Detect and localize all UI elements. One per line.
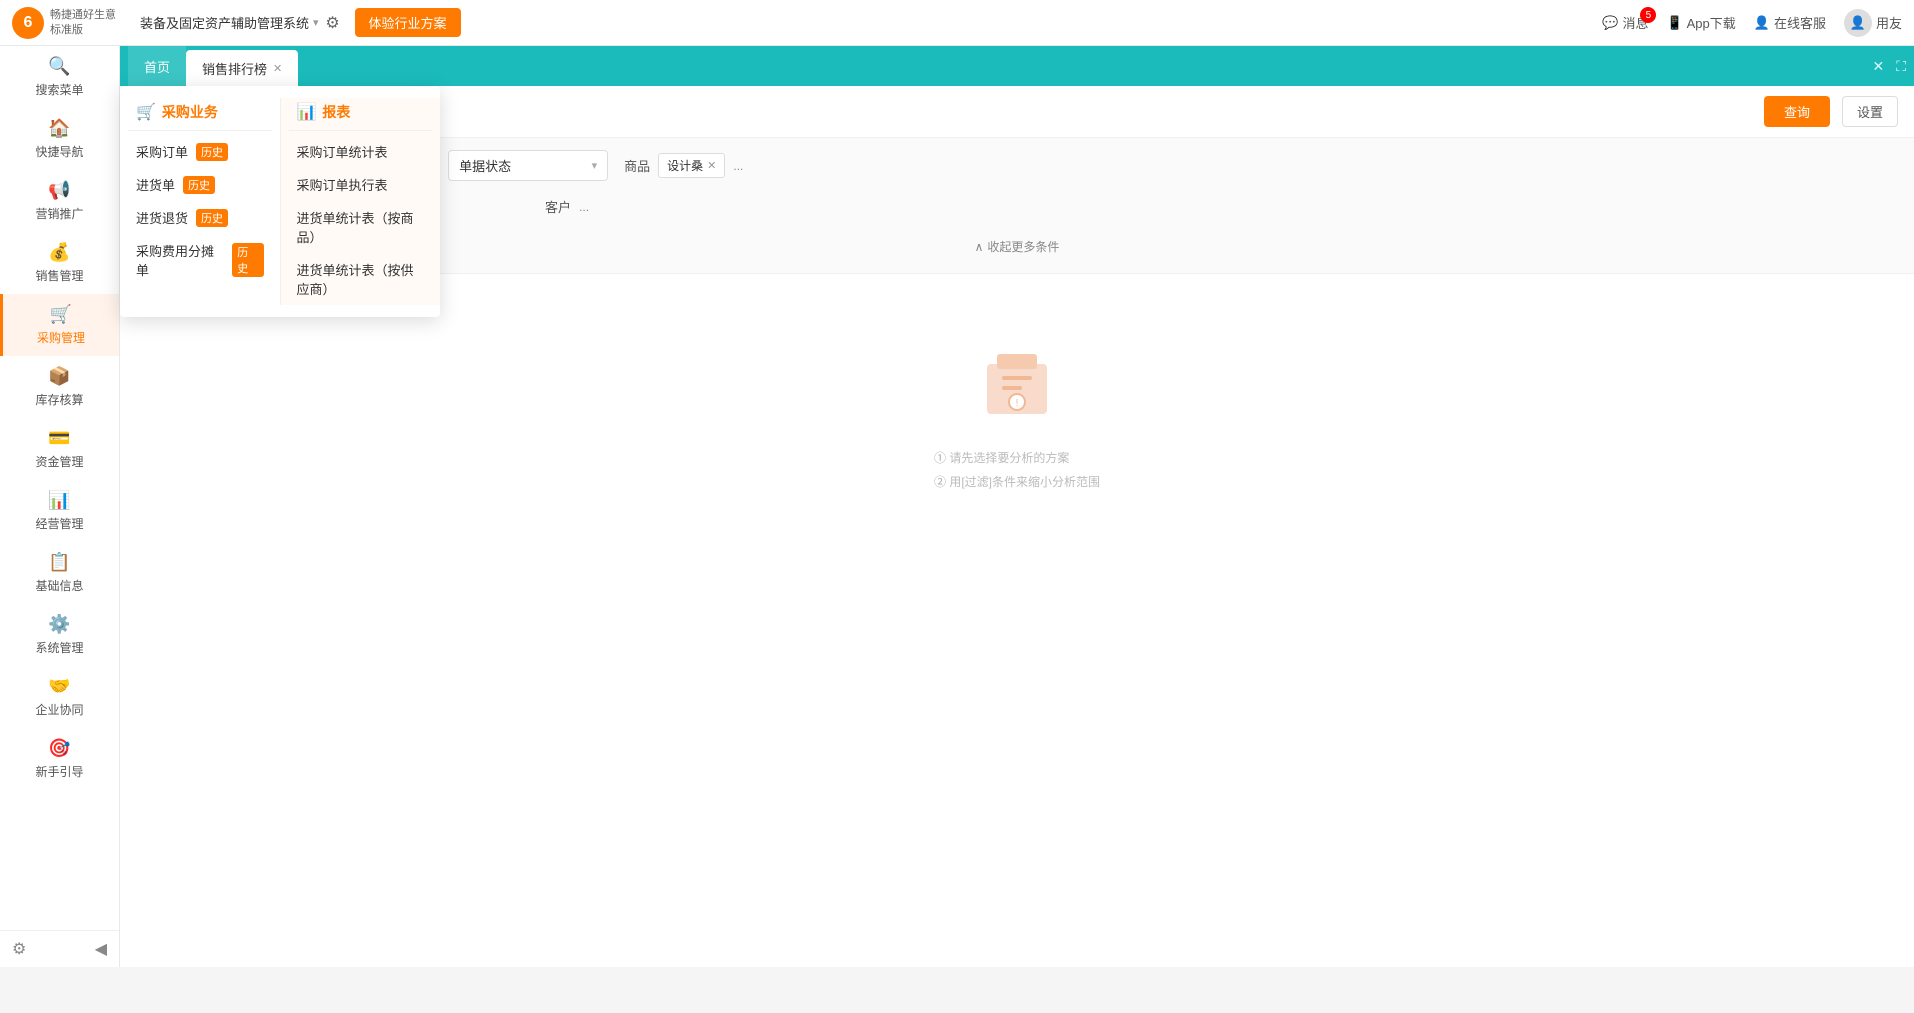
sidebar: 🔍 搜索菜单 🏠 快捷导航 📢 营销推广 💰 销售管理 🛒 采购管理 📦 库存核… — [0, 46, 120, 967]
search-icon: 🔍 — [48, 56, 70, 77]
menu-item-po-execution[interactable]: 采购订单执行表 — [289, 168, 433, 201]
sidebar-bottom: ⚙ ◀ — [0, 930, 119, 967]
logo-icon: 6 — [12, 7, 44, 39]
megaphone-icon: 📢 — [48, 180, 70, 201]
purchase-dropdown-menu: 🛒 采购业务 采购订单 历史 进货单 历史 进货退货 历史 采购费用分摊单 历史… — [120, 86, 440, 317]
sidebar-item-operations[interactable]: 📊 经营管理 — [0, 480, 119, 542]
message-icon: 💬 — [1602, 15, 1618, 31]
logo-text: 畅捷通好生意 标准版 — [50, 8, 116, 37]
sidebar-collapse-icon[interactable]: ◀ — [95, 939, 107, 959]
query-btn[interactable]: 查询 — [1764, 96, 1830, 127]
customer-label: 客户 — [545, 197, 571, 216]
industry-btn[interactable]: 体验行业方案 — [355, 8, 461, 37]
user-menu[interactable]: 👤 用友 — [1844, 9, 1902, 37]
settings-btn[interactable]: 设置 — [1842, 96, 1898, 127]
purchase-col-icon: 🛒 — [136, 102, 156, 122]
service-icon: 👤 — [1754, 15, 1770, 31]
money-icon: 💰 — [48, 242, 70, 263]
sidebar-item-stock[interactable]: 📦 库存核算 — [0, 356, 119, 418]
sidebar-item-sales[interactable]: 💰 销售管理 — [0, 232, 119, 294]
purchase-order-badge: 历史 — [196, 143, 228, 161]
goods-tag-close[interactable]: ✕ — [707, 159, 716, 172]
settings-gear-icon[interactable]: ⚙ — [319, 9, 347, 37]
sidebar-item-search[interactable]: 🔍 搜索菜单 — [0, 46, 119, 108]
customer-more[interactable]: ... — [579, 200, 589, 214]
customer-group: 客户 ... — [545, 197, 589, 216]
system-name: 装备及固定资产辅助管理系统 ▾ — [140, 13, 319, 32]
tabbar: 首页 销售排行榜 ✕ ✕ ⛶ — [120, 46, 1914, 86]
sidebar-item-guide[interactable]: 🎯 新手引导 — [0, 728, 119, 790]
sidebar-item-finance[interactable]: 💳 资金管理 — [0, 418, 119, 480]
sidebar-item-base[interactable]: 📋 基础信息 — [0, 542, 119, 604]
message-badge: 5 — [1640, 7, 1656, 23]
message-btn[interactable]: 💬 消息 5 — [1602, 13, 1648, 32]
menu-item-inbound-by-goods[interactable]: 进货单统计表（按商品） — [289, 201, 433, 253]
app-download-btn[interactable]: 📱 App下载 — [1666, 13, 1735, 32]
goods-tag: 设计桑 ✕ — [658, 153, 725, 178]
report-col-icon: 📊 — [297, 102, 317, 122]
menu-col-report-header: 📊 报表 — [289, 98, 433, 131]
gear-icon: ⚙️ — [48, 614, 70, 635]
tabbar-right: ✕ ⛶ — [1872, 46, 1906, 86]
svg-text:!: ! — [1016, 398, 1019, 409]
chart-icon: 📊 — [48, 490, 70, 511]
sidebar-settings-icon[interactable]: ⚙ — [12, 939, 26, 959]
tab-home[interactable]: 首页 — [128, 46, 186, 86]
goods-more[interactable]: ... — [733, 159, 743, 173]
tab-close-icon[interactable]: ✕ — [273, 62, 282, 75]
collapse-arrow-icon: ∧ — [975, 240, 984, 254]
logo: 6 畅捷通好生意 标准版 — [12, 7, 132, 39]
sidebar-item-system[interactable]: ⚙️ 系统管理 — [0, 604, 119, 666]
tab-expand-icon[interactable]: ⛶ — [1896, 58, 1906, 75]
sidebar-item-nav[interactable]: 🏠 快捷导航 — [0, 108, 119, 170]
empty-illustration: ! — [967, 334, 1067, 434]
clipboard-icon: 📋 — [48, 552, 70, 573]
menu-item-expense[interactable]: 采购费用分摊单 历史 — [128, 234, 272, 286]
card-icon: 💳 — [48, 428, 70, 449]
topbar-right: 💬 消息 5 📱 App下载 👤 在线客服 👤 用友 — [1602, 9, 1902, 37]
menu-col-report: 📊 报表 采购订单统计表 采购订单执行表 进货单统计表（按商品） 进货单统计表（… — [280, 98, 441, 305]
menu-item-purchase-order[interactable]: 采购订单 历史 — [128, 135, 272, 168]
inbound-badge: 历史 — [183, 176, 215, 194]
target-icon: 🎯 — [48, 738, 70, 759]
menu-col-purchase-header: 🛒 采购业务 — [128, 98, 272, 131]
empty-hint-2: ② 用[过滤]条件来缩小分析范围 — [934, 470, 1100, 494]
app-icon: 📱 — [1666, 15, 1682, 31]
menu-item-inbound[interactable]: 进货单 历史 — [128, 168, 272, 201]
box-icon: 📦 — [48, 366, 70, 387]
doc-status-select[interactable]: 单据状态 ▾ — [448, 150, 608, 181]
home-icon: 🏠 — [48, 118, 70, 139]
tab-close-window-icon[interactable]: ✕ — [1872, 58, 1884, 75]
sidebar-item-enterprise[interactable]: 🤝 企业协同 — [0, 666, 119, 728]
menu-col-purchase: 🛒 采购业务 采购订单 历史 进货单 历史 进货退货 历史 采购费用分摊单 历史 — [120, 98, 280, 305]
tab-ranking[interactable]: 销售排行榜 ✕ — [186, 50, 298, 86]
return-badge: 历史 — [196, 209, 228, 227]
menu-item-po-stats[interactable]: 采购订单统计表 — [289, 135, 433, 168]
goods-group: 商品 设计桑 ✕ ... — [624, 153, 743, 178]
empty-hint-1: ① 请先选择要分析的方案 — [934, 446, 1100, 470]
topbar: 6 畅捷通好生意 标准版 装备及固定资产辅助管理系统 ▾ ⚙ 体验行业方案 💬 … — [0, 0, 1914, 46]
sidebar-item-marketing[interactable]: 📢 营销推广 — [0, 170, 119, 232]
empty-text: ① 请先选择要分析的方案 ② 用[过滤]条件来缩小分析范围 — [934, 446, 1100, 494]
goods-label: 商品 — [624, 156, 650, 175]
cart-icon: 🛒 — [50, 304, 72, 325]
menu-item-return[interactable]: 进货退货 历史 — [128, 201, 272, 234]
online-service-btn[interactable]: 👤 在线客服 — [1754, 13, 1826, 32]
handshake-icon: 🤝 — [48, 676, 70, 697]
avatar: 👤 — [1844, 9, 1872, 37]
expense-badge: 历史 — [232, 243, 263, 277]
doc-status-arrow: ▾ — [592, 159, 598, 172]
sidebar-item-purchase[interactable]: 🛒 采购管理 — [0, 294, 119, 356]
menu-item-inbound-by-supplier[interactable]: 进货单统计表（按供应商） — [289, 253, 433, 305]
